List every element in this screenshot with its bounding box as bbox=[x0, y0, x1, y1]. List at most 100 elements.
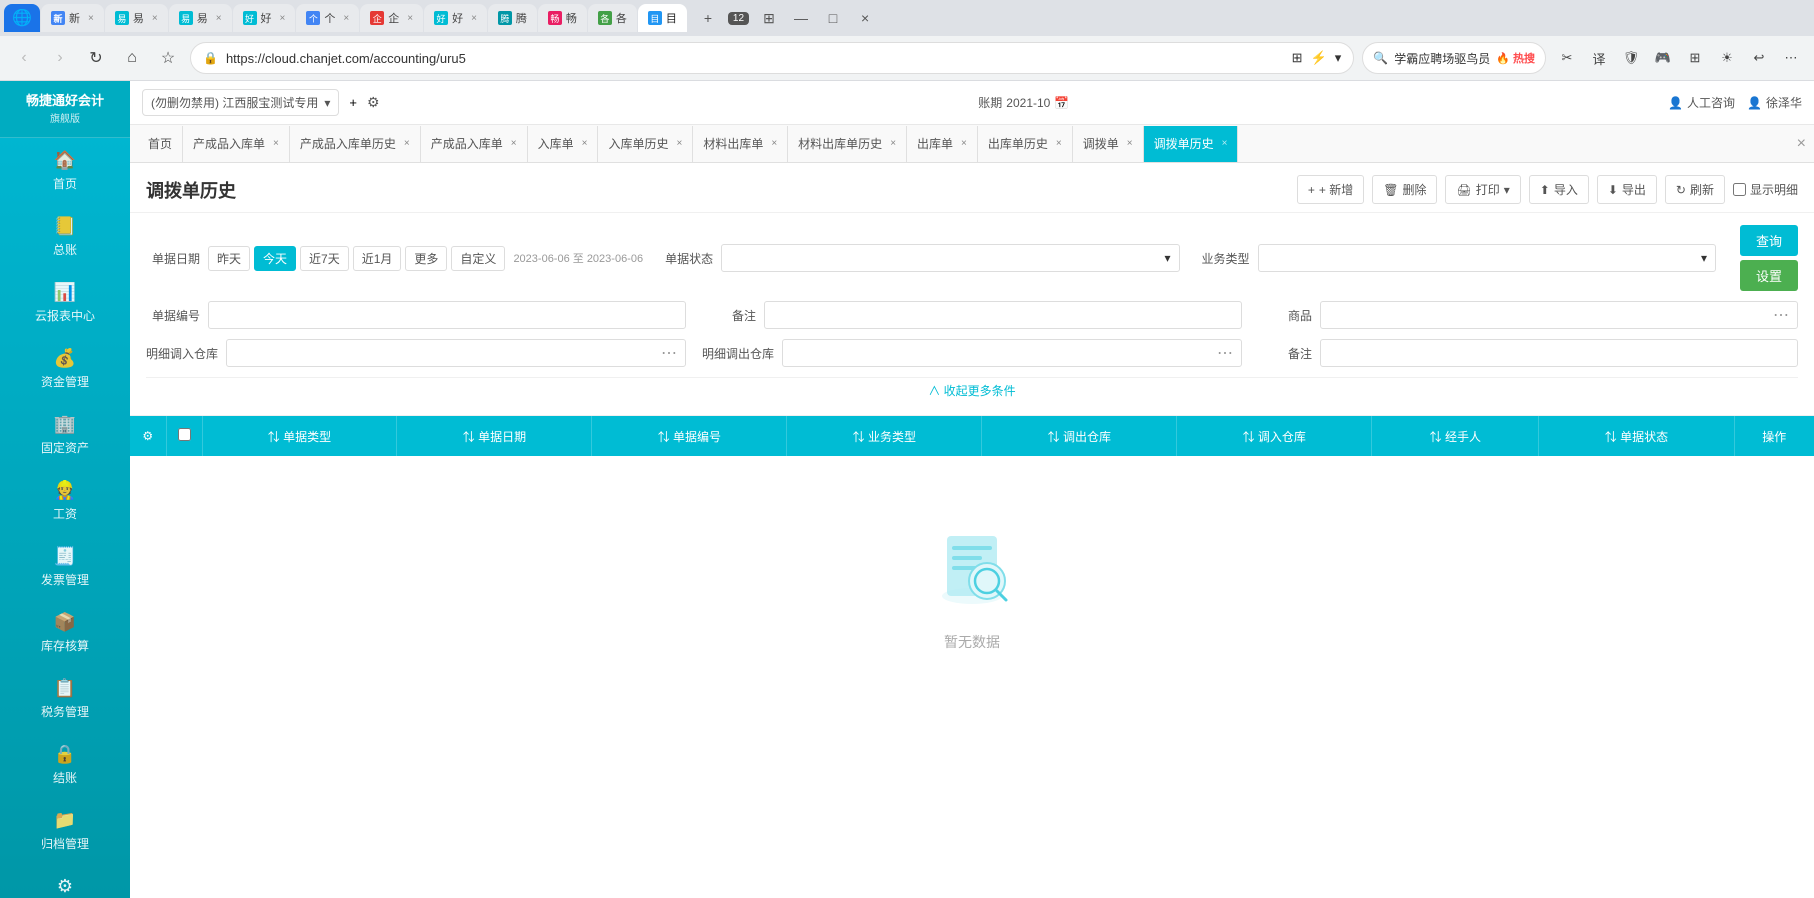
show-cols-check[interactable]: 显示明细 bbox=[1733, 181, 1798, 198]
refresh-toolbar-btn[interactable]: ↻ 刷新 bbox=[1665, 175, 1725, 204]
browser-tab-1[interactable]: 新 新 × bbox=[41, 4, 104, 32]
sidebar-item-payroll[interactable]: 👷 工资 bbox=[0, 468, 130, 534]
goods-filter-select[interactable]: ⋯ bbox=[1320, 301, 1798, 329]
table-th-doc-type[interactable]: ⇅ 单据类型 bbox=[202, 416, 397, 456]
settings-filter-btn[interactable]: 设置 bbox=[1740, 260, 1798, 291]
docno-filter-input[interactable] bbox=[208, 301, 686, 329]
refresh-btn[interactable]: ↻ bbox=[82, 44, 110, 72]
table-th-operator[interactable]: ⇅ 经手人 bbox=[1372, 416, 1539, 456]
page-tab-6[interactable]: 材料出库单 × bbox=[693, 126, 788, 162]
address-bar[interactable]: 🔒 https://cloud.chanjet.com/accounting/u… bbox=[190, 42, 1354, 74]
detail-out-filter-select[interactable]: ⋯ bbox=[782, 339, 1242, 367]
sidebar-item-ledger[interactable]: 📒 总账 bbox=[0, 204, 130, 270]
detail-out-dots-icon[interactable]: ⋯ bbox=[1217, 343, 1233, 363]
date-btn-7days[interactable]: 近7天 bbox=[300, 246, 349, 271]
browser-tab-5[interactable]: 个 个 × bbox=[296, 4, 359, 32]
date-btn-yesterday[interactable]: 昨天 bbox=[208, 246, 250, 271]
sidebar-item-funds[interactable]: 💰 资金管理 bbox=[0, 336, 130, 402]
page-tab-5-close[interactable]: × bbox=[676, 138, 682, 149]
query-btn[interactable]: 查询 bbox=[1740, 225, 1798, 256]
page-tab-10-close[interactable]: × bbox=[1127, 138, 1133, 149]
page-tab-5[interactable]: 入库单历史 × bbox=[598, 126, 693, 162]
note2-filter-input[interactable] bbox=[1320, 339, 1798, 367]
browser-tab-9[interactable]: 畅 畅 bbox=[538, 4, 587, 32]
page-tab-7[interactable]: 材料出库单历史 × bbox=[788, 126, 907, 162]
theme-btn[interactable]: ☀ bbox=[1714, 45, 1740, 71]
dropdown-icon[interactable]: ▾ bbox=[1335, 50, 1342, 66]
sidebar-item-assets[interactable]: 🏢 固定资产 bbox=[0, 402, 130, 468]
game-btn[interactable]: 🎮 bbox=[1650, 45, 1676, 71]
add-company-btn[interactable]: + bbox=[349, 95, 357, 110]
grid-btn[interactable]: ⊞ bbox=[1682, 45, 1708, 71]
browser-tab-2[interactable]: 易 易 × bbox=[105, 4, 168, 32]
scissors-btn[interactable]: ✂ bbox=[1554, 45, 1580, 71]
table-th-doc-date[interactable]: ⇅ 单据日期 bbox=[397, 416, 592, 456]
minimize-btn[interactable]: — bbox=[789, 6, 813, 30]
table-th-doc-no[interactable]: ⇅ 单据编号 bbox=[592, 416, 787, 456]
back-btn[interactable]: ‹ bbox=[10, 44, 38, 72]
settings-gear-btn[interactable]: ⚙ bbox=[367, 94, 380, 111]
browser-tab-11[interactable]: 目 目 bbox=[638, 4, 687, 32]
biztype-filter-select[interactable]: ▾ bbox=[1258, 244, 1716, 272]
undo-btn[interactable]: ↩ bbox=[1746, 45, 1772, 71]
print-btn[interactable]: 🖨 打印 ▾ bbox=[1445, 175, 1520, 204]
page-tab-10[interactable]: 调拨单 × bbox=[1073, 126, 1144, 162]
date-btn-custom[interactable]: 自定义 bbox=[451, 246, 505, 271]
maximize-btn[interactable]: □ bbox=[821, 6, 845, 30]
page-tab-home[interactable]: 首页 bbox=[138, 126, 183, 162]
date-btn-today[interactable]: 今天 bbox=[254, 246, 296, 271]
page-tab-8[interactable]: 出库单 × bbox=[907, 126, 978, 162]
browser-tab-logo[interactable]: 🌐 bbox=[4, 4, 40, 32]
browser-tab-8[interactable]: 腾 腾 bbox=[488, 4, 537, 32]
status-filter-select[interactable]: ▾ bbox=[721, 244, 1179, 272]
goods-dots-icon[interactable]: ⋯ bbox=[1773, 305, 1789, 325]
show-cols-checkbox[interactable] bbox=[1733, 183, 1746, 196]
bookmark-btn[interactable]: ☆ bbox=[154, 44, 182, 72]
user-service[interactable]: 👤人工咨询 bbox=[1668, 94, 1735, 111]
browser-tab-4[interactable]: 好 好 × bbox=[233, 4, 296, 32]
menu-btn[interactable]: ⋯ bbox=[1778, 45, 1804, 71]
page-tab-8-close[interactable]: × bbox=[961, 138, 967, 149]
page-tab-11[interactable]: 调拨单历史 × bbox=[1144, 126, 1239, 162]
date-btn-more[interactable]: 更多 bbox=[405, 246, 447, 271]
sidebar-item-reports[interactable]: 📊 云报表中心 bbox=[0, 270, 130, 336]
home-btn[interactable]: ⌂ bbox=[118, 44, 146, 72]
detail-in-filter-select[interactable]: ⋯ bbox=[226, 339, 686, 367]
close-window-btn[interactable]: × bbox=[853, 6, 877, 30]
select-all-checkbox[interactable] bbox=[178, 428, 191, 441]
import-btn[interactable]: ⬆ 导入 bbox=[1529, 175, 1589, 204]
table-th-out-warehouse[interactable]: ⇅ 调出仓库 bbox=[982, 416, 1177, 456]
page-tab-9-close[interactable]: × bbox=[1056, 138, 1062, 149]
table-th-settings[interactable]: ⚙ bbox=[130, 416, 166, 456]
forward-btn[interactable]: › bbox=[46, 44, 74, 72]
table-th-biz-type[interactable]: ⇅ 业务类型 bbox=[787, 416, 982, 456]
table-th-checkbox[interactable] bbox=[166, 416, 202, 456]
page-tab-3-close[interactable]: × bbox=[511, 138, 517, 149]
sidebar-item-closing[interactable]: 🔒 结账 bbox=[0, 732, 130, 798]
browser-tab-7[interactable]: 好 好 × bbox=[424, 4, 487, 32]
new-btn[interactable]: + + 新增 bbox=[1297, 175, 1364, 204]
page-tab-9[interactable]: 出库单历史 × bbox=[978, 126, 1073, 162]
shield-btn[interactable]: 🛡 bbox=[1618, 45, 1644, 71]
sidebar-item-inventory[interactable]: 📦 库存核算 bbox=[0, 600, 130, 666]
sidebar-item-archive[interactable]: 📁 归档管理 bbox=[0, 798, 130, 864]
page-tab-3[interactable]: 产成品入库单 × bbox=[421, 126, 528, 162]
table-th-in-warehouse[interactable]: ⇅ 调入仓库 bbox=[1177, 416, 1372, 456]
page-tab-4-close[interactable]: × bbox=[582, 138, 588, 149]
page-tab-2-close[interactable]: × bbox=[404, 138, 410, 149]
sidebar-item-settings[interactable]: ⚙ 基础设置 bbox=[0, 864, 130, 898]
table-th-doc-status[interactable]: ⇅ 单据状态 bbox=[1539, 416, 1734, 456]
translate-btn[interactable]: 译 bbox=[1586, 45, 1612, 71]
extensions-btn[interactable]: ⊞ bbox=[757, 6, 781, 30]
date-btn-1month[interactable]: 近1月 bbox=[353, 246, 402, 271]
collapse-bar[interactable]: ∧ 收起更多条件 bbox=[146, 377, 1798, 403]
page-tab-1[interactable]: 产成品入库单 × bbox=[183, 126, 290, 162]
browser-tab-3[interactable]: 易 易 × bbox=[169, 4, 232, 32]
page-tab-2[interactable]: 产成品入库单历史 × bbox=[290, 126, 421, 162]
calendar-icon[interactable]: 📅 bbox=[1054, 96, 1069, 110]
delete-btn[interactable]: 🗑 删除 bbox=[1372, 175, 1437, 204]
sidebar-item-home[interactable]: 🏠 首页 bbox=[0, 138, 130, 204]
sidebar-item-invoice[interactable]: 🧾 发票管理 bbox=[0, 534, 130, 600]
export-btn[interactable]: ⬇ 导出 bbox=[1597, 175, 1657, 204]
page-tab-1-close[interactable]: × bbox=[273, 138, 279, 149]
